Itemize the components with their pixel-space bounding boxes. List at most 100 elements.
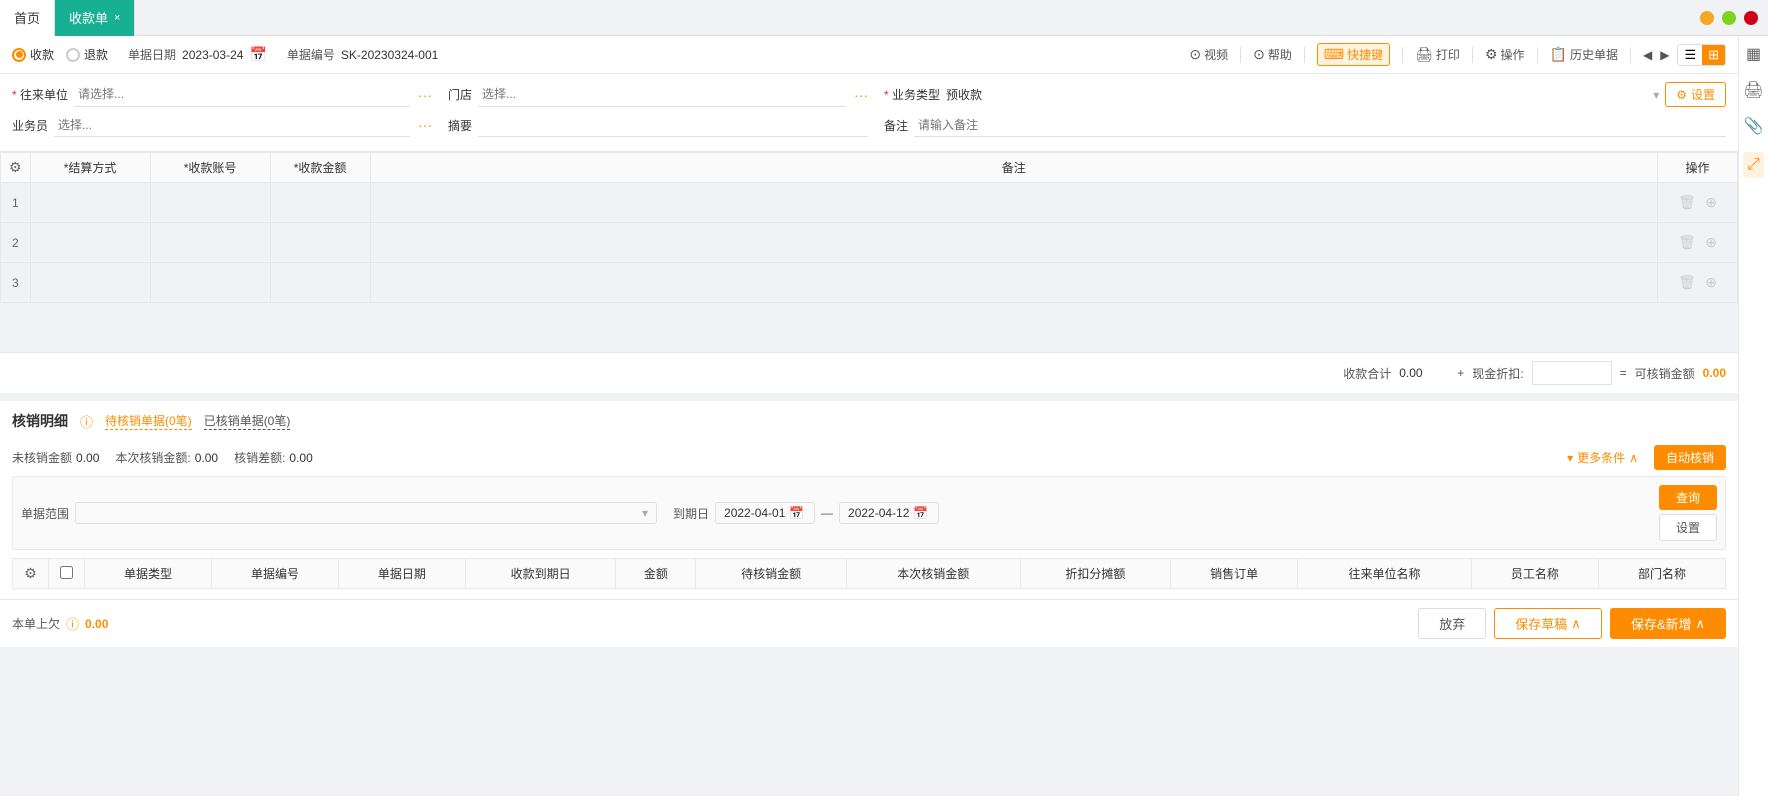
row3-account[interactable] [150, 263, 270, 303]
partner-input[interactable] [74, 83, 410, 107]
row2-account[interactable] [150, 223, 270, 263]
nav-next-btn[interactable]: ▶ [1660, 48, 1669, 62]
row3-remark[interactable] [370, 263, 1657, 303]
pending-tab[interactable]: 待核销单据(0笔) [105, 412, 192, 430]
staff-label: 业务员 [12, 117, 48, 134]
section-divider [0, 393, 1738, 401]
right-print-icon[interactable]: 🖨 [1743, 80, 1763, 100]
more-conditions-label: 更多条件 [1577, 449, 1625, 466]
radio-receipt[interactable]: 收款 [12, 46, 54, 63]
right-table-icon[interactable]: ▦ [1746, 44, 1761, 64]
sub-col-due-date: 收款到期日 [465, 559, 615, 589]
partner-label: 往来单位 [12, 86, 68, 103]
row1-remark[interactable] [370, 183, 1657, 223]
sub-table-select-all[interactable] [60, 566, 73, 579]
col-settlement: *结算方式 [30, 153, 150, 183]
store-more-icon[interactable]: ··· [854, 87, 868, 103]
right-attach-icon[interactable]: 📎 [1744, 116, 1764, 136]
operation-icon: ⚙ [1485, 46, 1498, 63]
video-btn[interactable]: ⊙ 视频 [1189, 46, 1228, 63]
window-close-btn[interactable] [1744, 11, 1758, 25]
row2-amount[interactable] [270, 223, 370, 263]
date-from-picker[interactable]: 2022-04-01 📅 [715, 502, 815, 524]
row2-delete-icon[interactable]: 🗑 [1678, 234, 1696, 250]
total-value: 0.00 [1399, 366, 1449, 380]
settings-label: 设置 [1691, 86, 1715, 103]
sub-col-settings[interactable]: ⚙ [13, 559, 49, 589]
more-conditions-btn[interactable]: ▾ 更多条件 ∧ [1567, 449, 1638, 466]
staff-more-icon[interactable]: ··· [418, 117, 432, 133]
calendar-from-icon[interactable]: 📅 [789, 506, 804, 520]
save-new-btn[interactable]: 保存&新增 ∧ [1610, 608, 1726, 639]
sub-col-discount: 折扣分摊额 [1020, 559, 1170, 589]
right-expand-icon[interactable]: ⤢ [1743, 152, 1764, 178]
row3-settlement[interactable] [30, 263, 150, 303]
tab-home-label: 首页 [14, 8, 40, 27]
calendar-icon[interactable]: 📅 [249, 46, 266, 63]
help-btn[interactable]: ⊙ 帮助 [1253, 46, 1292, 63]
tab-close-icon[interactable]: × [114, 12, 120, 24]
layout-list-btn[interactable]: ☰ [1678, 45, 1702, 65]
row3-copy-icon[interactable]: ⊕ [1705, 274, 1717, 290]
shortcut-btn[interactable]: ⌨ 快捷键 [1317, 43, 1390, 66]
save-draft-btn[interactable]: 保存草稿 ∧ [1494, 608, 1602, 639]
radio-refund[interactable]: 退款 [66, 46, 108, 63]
col-remark-label: 备注 [1002, 161, 1026, 175]
window-maximize-btn[interactable] [1722, 11, 1736, 25]
table-header: ⚙ *结算方式 *收款账号 *收款金额 备注 操作 [1, 153, 1738, 183]
row3-amount[interactable] [270, 263, 370, 303]
row1-delete-icon[interactable]: 🗑 [1678, 194, 1696, 210]
summary-field: 摘要 [448, 113, 868, 137]
layout-grid-btn[interactable]: ⊞ [1702, 45, 1725, 65]
nav-prev-btn[interactable]: ◀ [1643, 48, 1652, 62]
remark-input[interactable] [914, 113, 1726, 137]
partner-more-icon[interactable]: ··· [418, 87, 432, 103]
footer-info-icon[interactable]: ⓘ [66, 614, 79, 633]
col-settings[interactable]: ⚙ [1, 153, 31, 183]
row2-remark[interactable] [370, 223, 1657, 263]
auto-verification-btn[interactable]: 自动核销 [1654, 445, 1726, 470]
filter-icon: ▾ [1567, 451, 1573, 465]
filter-settings-btn[interactable]: 设置 [1659, 514, 1717, 541]
tab-home[interactable]: 首页 [0, 0, 55, 36]
sub-col-current-label: 本次核销金额 [897, 567, 969, 581]
staff-input[interactable] [54, 113, 410, 137]
sub-table-gear-icon[interactable]: ⚙ [24, 565, 37, 581]
settings-button[interactable]: ⚙ 设置 [1665, 82, 1726, 107]
row2-settlement[interactable] [30, 223, 150, 263]
row2-copy-icon[interactable]: ⊕ [1705, 234, 1717, 250]
range-select[interactable]: ▾ [75, 502, 657, 524]
row1-settlement[interactable] [30, 183, 150, 223]
range-label: 单据范围 [21, 505, 69, 522]
sub-col-checkbox[interactable] [49, 559, 85, 589]
sub-col-amount: 金额 [616, 559, 696, 589]
print-btn[interactable]: 🖨 打印 [1415, 46, 1460, 63]
store-input[interactable] [478, 83, 846, 107]
verification-info-icon[interactable]: ⓘ [80, 412, 93, 431]
business-type-select[interactable]: 预收款 ▾ [946, 86, 1659, 103]
table-row: 2 🗑 ⊕ [1, 223, 1738, 263]
row1-amount[interactable] [270, 183, 370, 223]
table-gear-icon[interactable]: ⚙ [9, 159, 22, 175]
history-btn[interactable]: 📋 历史单据 [1550, 46, 1618, 63]
row3-delete-icon[interactable]: 🗑 [1678, 274, 1696, 290]
row1-copy-icon[interactable]: ⊕ [1705, 194, 1717, 210]
tab-receipt[interactable]: 收款单 × [55, 0, 135, 36]
calendar-to-icon[interactable]: 📅 [913, 506, 928, 520]
operation-btn[interactable]: ⚙ 操作 [1485, 46, 1525, 63]
row1-account[interactable] [150, 183, 270, 223]
type-arrow-icon[interactable]: ▾ [1653, 88, 1659, 102]
sub-col-partner: 往来单位名称 [1298, 559, 1472, 589]
uncancelled-label: 未核销金额 [12, 449, 72, 466]
discard-btn[interactable]: 放弃 [1418, 608, 1486, 639]
done-tab[interactable]: 已核销单据(0笔) [204, 412, 291, 430]
sub-col-bill-no: 单据编号 [211, 559, 338, 589]
sub-col-sales-order: 销售订单 [1171, 559, 1298, 589]
sub-table-container: ⚙ 单据类型 单据编号 单据日期 收款到期日 金额 待核销金额 本次核销金额 折… [12, 558, 1726, 589]
date-to-picker[interactable]: 2022-04-12 📅 [839, 502, 939, 524]
window-minimize-btn[interactable] [1700, 11, 1714, 25]
query-btn[interactable]: 查询 [1659, 485, 1717, 510]
sep6 [1630, 47, 1631, 63]
discount-input[interactable] [1532, 361, 1612, 385]
summary-input[interactable] [478, 113, 868, 137]
